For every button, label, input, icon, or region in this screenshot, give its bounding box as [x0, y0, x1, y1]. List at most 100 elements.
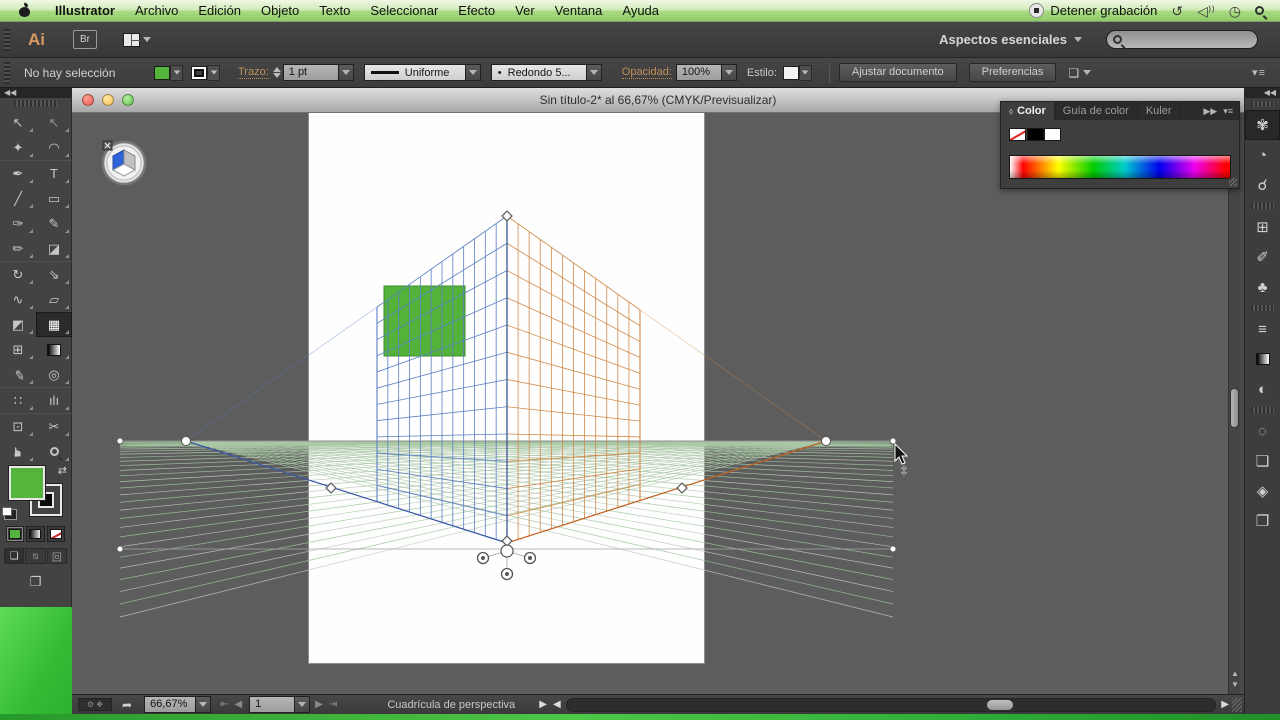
- status-mini-icons[interactable]: ⚙ ❖: [78, 698, 112, 711]
- plane-switcher-widget[interactable]: [101, 140, 147, 186]
- layers-panel-icon[interactable]: ◈: [1245, 476, 1280, 506]
- scroll-down-icon[interactable]: ▼: [1229, 680, 1241, 689]
- menu-item-texto[interactable]: Texto: [309, 0, 360, 22]
- kuler-panel-icon[interactable]: ☌: [1245, 170, 1280, 200]
- opacity-dropdown[interactable]: [721, 64, 737, 81]
- artboards-panel-icon[interactable]: ❐: [1245, 506, 1280, 536]
- left-ground-handle[interactable]: [116, 545, 124, 553]
- dock-gripper[interactable]: [1251, 305, 1274, 311]
- status-field-menu-icon[interactable]: ▶: [539, 699, 547, 710]
- stroke-weight-stepper[interactable]: [272, 67, 281, 78]
- preferences-button[interactable]: Preferencias: [968, 63, 1057, 82]
- pencil-tool[interactable]: ✎: [36, 211, 72, 236]
- horizontal-scrollbar-thumb[interactable]: [986, 699, 1013, 710]
- left-horizon-handle[interactable]: [116, 437, 124, 445]
- draw-inside-mode-button[interactable]: 回: [46, 548, 67, 564]
- horizontal-grid-cell-widget[interactable]: [500, 567, 514, 581]
- next-artboard-icon[interactable]: ▶: [315, 699, 323, 710]
- color-panel-icon[interactable]: ✾: [1245, 110, 1280, 140]
- color-spectrum-bar[interactable]: [1009, 155, 1231, 179]
- vertical-scrollbar[interactable]: ▲ ▼: [1228, 113, 1240, 694]
- artboard-number-dropdown[interactable]: [295, 696, 311, 713]
- free-transform-tool[interactable]: ▱: [36, 287, 72, 312]
- gradient-panel-icon[interactable]: [1245, 344, 1280, 374]
- symbols-panel-icon[interactable]: ♣: [1245, 272, 1280, 302]
- none-button[interactable]: [46, 526, 65, 542]
- default-fill-stroke-icon[interactable]: [2, 507, 17, 520]
- graphic-styles-panel-icon[interactable]: ❏: [1245, 446, 1280, 476]
- brush-definition-select[interactable]: • Redondo 5...: [490, 64, 587, 81]
- line-segment-tool[interactable]: ╱: [0, 186, 36, 211]
- style-dropdown[interactable]: [798, 64, 812, 81]
- transparency-panel-icon[interactable]: ◐: [1245, 374, 1280, 404]
- rectangle-tool[interactable]: ▭: [36, 186, 72, 211]
- pen-tool[interactable]: ✒: [0, 161, 36, 186]
- menu-item-illustrator[interactable]: Illustrator: [45, 0, 125, 22]
- fill-color-dropdown[interactable]: [170, 64, 183, 81]
- hscroll-right-icon[interactable]: ▶: [1221, 699, 1229, 710]
- magic-wand-tool[interactable]: ✦: [0, 135, 36, 160]
- right-grid-cell-widget[interactable]: [523, 551, 537, 565]
- left-grid-cell-widget[interactable]: [476, 551, 490, 565]
- origin-handle[interactable]: [500, 544, 514, 558]
- menu-item-ayuda[interactable]: Ayuda: [612, 0, 669, 22]
- menu-item-archivo[interactable]: Archivo: [125, 0, 188, 22]
- rotate-tool[interactable]: ↻: [0, 262, 36, 287]
- dock-gripper[interactable]: [1251, 203, 1274, 209]
- gradient-button[interactable]: [26, 526, 45, 542]
- appearance-panel-icon[interactable]: ◌: [1245, 416, 1280, 446]
- stroke-color-swatch[interactable]: [191, 65, 207, 80]
- hscroll-left-icon[interactable]: ◀: [553, 699, 561, 710]
- vertical-extent-handle[interactable]: [501, 210, 513, 222]
- menu-item-efecto[interactable]: Efecto: [448, 0, 505, 22]
- first-artboard-icon[interactable]: ⇤: [220, 699, 228, 710]
- right-horizon-handle[interactable]: [889, 437, 897, 445]
- scroll-up-icon[interactable]: ▲: [1229, 669, 1241, 678]
- right-vanishing-point-handle[interactable]: [821, 436, 831, 446]
- vertical-scrollbar-thumb[interactable]: [1230, 388, 1239, 428]
- fit-document-button[interactable]: Ajustar documento: [838, 63, 957, 82]
- width-profile-dropdown[interactable]: [465, 64, 481, 81]
- search-input[interactable]: [1106, 30, 1258, 49]
- last-artboard-icon[interactable]: ⇥: [329, 699, 337, 710]
- mesh-tool[interactable]: ⊞: [0, 337, 36, 362]
- stroke-color-dropdown[interactable]: [207, 64, 220, 81]
- stroke-weight-value[interactable]: 1 pt: [282, 64, 339, 81]
- symbol-sprayer-tool[interactable]: ∷: [0, 388, 36, 413]
- swap-fill-stroke-icon[interactable]: ⇄: [58, 464, 67, 477]
- stroke-weight-dropdown[interactable]: [338, 64, 354, 81]
- tab-kuler[interactable]: Kuler: [1138, 102, 1181, 120]
- panel-resize-grip[interactable]: [1229, 178, 1237, 186]
- tab-color[interactable]: ⬨ Color: [1001, 102, 1055, 120]
- zoom-level-select[interactable]: 66,67%: [144, 696, 197, 713]
- toolbar-gripper[interactable]: [14, 100, 57, 107]
- artboard-tool[interactable]: ⊡: [0, 414, 36, 439]
- direct-selection-tool[interactable]: ↖: [36, 110, 72, 135]
- swatches-panel-icon[interactable]: ⊞: [1245, 212, 1280, 242]
- arrange-documents-button[interactable]: [123, 32, 151, 47]
- color-button[interactable]: [6, 526, 25, 542]
- white-color-swatch[interactable]: [1044, 128, 1061, 141]
- width-tool[interactable]: ∿: [0, 287, 36, 312]
- style-swatch[interactable]: [782, 65, 799, 80]
- left-vanishing-point-handle[interactable]: [181, 436, 191, 446]
- fill-color-swatch[interactable]: [154, 65, 170, 80]
- perspective-grid-tool[interactable]: ▦: [36, 312, 72, 337]
- lasso-tool[interactable]: ◠: [36, 135, 72, 160]
- screen-mode-button[interactable]: ❐: [0, 568, 71, 590]
- hand-tool[interactable]: ☛: [0, 439, 36, 464]
- draw-normal-mode-button[interactable]: ❏: [4, 548, 25, 564]
- spotlight-icon[interactable]: [1255, 6, 1264, 15]
- stroke-panel-icon[interactable]: ≡: [1245, 314, 1280, 344]
- color-guide-panel-icon[interactable]: ◔: [1245, 140, 1280, 170]
- select-similar-dropdown[interactable]: [1083, 70, 1092, 75]
- tab-guía-de-color[interactable]: Guía de color: [1055, 102, 1138, 120]
- stroke-panel-link[interactable]: Trazo:: [238, 66, 269, 79]
- launch-bridge-button[interactable]: Br: [73, 30, 97, 49]
- toolbar-collapse-strip[interactable]: ◀◀: [0, 88, 71, 98]
- time-machine-icon[interactable]: ↺: [1171, 4, 1183, 18]
- zoom-tool[interactable]: [36, 439, 72, 464]
- scale-tool[interactable]: ⇘: [36, 262, 72, 287]
- opacity-value[interactable]: 100%: [675, 64, 722, 81]
- opacity-link[interactable]: Opacidad:: [621, 66, 672, 79]
